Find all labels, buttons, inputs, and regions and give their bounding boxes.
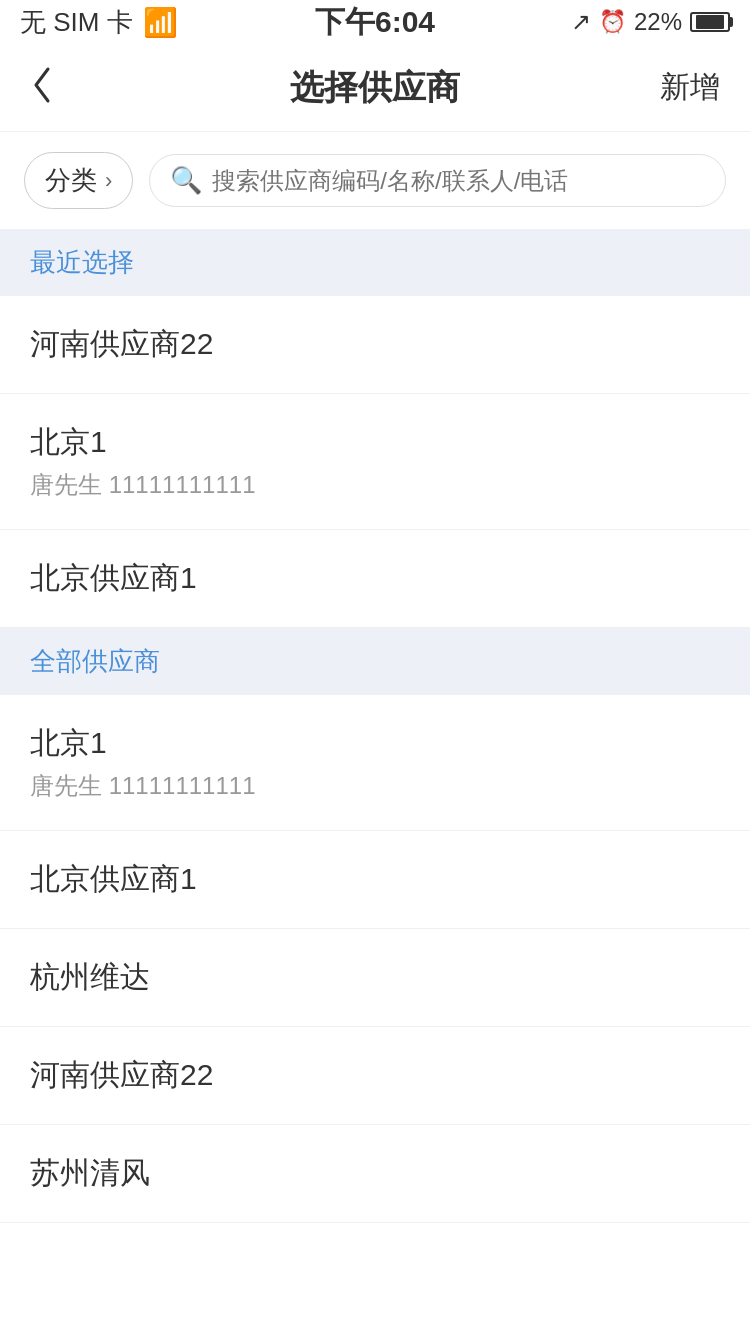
status-time: 下午6:04 [315,2,435,43]
item-sub: 唐先生 11111111111 [30,469,720,501]
item-name: 北京1 [30,422,720,463]
status-right: ↗ ⏰ 22% [571,8,730,36]
item-name: 苏州清风 [30,1153,720,1194]
search-input[interactable] [212,167,705,195]
list-item[interactable]: 苏州清风 [0,1125,750,1223]
recent-items-list: 河南供应商22 北京1 唐先生 11111111111 北京供应商1 [0,296,750,628]
item-name: 北京供应商1 [30,558,720,599]
add-button[interactable]: 新增 [660,67,720,108]
item-name: 北京1 [30,723,720,764]
list-item[interactable]: 北京1 唐先生 11111111111 [0,394,750,530]
all-items-list: 北京1 唐先生 11111111111 北京供应商1 杭州维达河南供应商22 苏州清风 [0,695,750,1223]
list-item[interactable]: 河南供应商22 [0,296,750,394]
battery-text: 22% [634,8,682,36]
list-item[interactable]: 北京1 唐先生 11111111111 [0,695,750,831]
battery-icon [690,12,730,32]
status-left: 无 SIM 卡 📶 [20,5,178,40]
list-item[interactable]: 北京供应商1 [0,530,750,628]
alarm-icon: ⏰ [599,9,626,35]
list-item[interactable]: 北京供应商1 [0,831,750,929]
item-name: 杭州维达 [30,957,720,998]
search-area: 分类 › 🔍 [0,132,750,229]
category-button[interactable]: 分类 › [24,152,133,209]
item-sub: 唐先生 11111111111 [30,770,720,802]
all-section-label: 全部供应商 [30,646,160,676]
item-name: 北京供应商1 [30,859,720,900]
back-button[interactable] [30,65,54,111]
location-icon: ↗ [571,8,591,36]
status-bar: 无 SIM 卡 📶 下午6:04 ↗ ⏰ 22% [0,0,750,44]
recent-section-header: 最近选择 [0,229,750,296]
wifi-icon: 📶 [143,6,178,39]
item-name: 河南供应商22 [30,324,720,365]
list-item[interactable]: 杭州维达 [0,929,750,1027]
all-section-header: 全部供应商 [0,628,750,695]
item-name: 河南供应商22 [30,1055,720,1096]
recent-section-label: 最近选择 [30,247,134,277]
no-sim-text: 无 SIM 卡 [20,5,133,40]
category-label: 分类 [45,163,97,198]
page-title: 选择供应商 [290,65,460,111]
search-input-wrap: 🔍 [149,154,726,207]
chevron-right-icon: › [105,168,112,194]
list-item[interactable]: 河南供应商22 [0,1027,750,1125]
search-icon: 🔍 [170,165,202,196]
nav-bar: 选择供应商 新增 [0,44,750,132]
